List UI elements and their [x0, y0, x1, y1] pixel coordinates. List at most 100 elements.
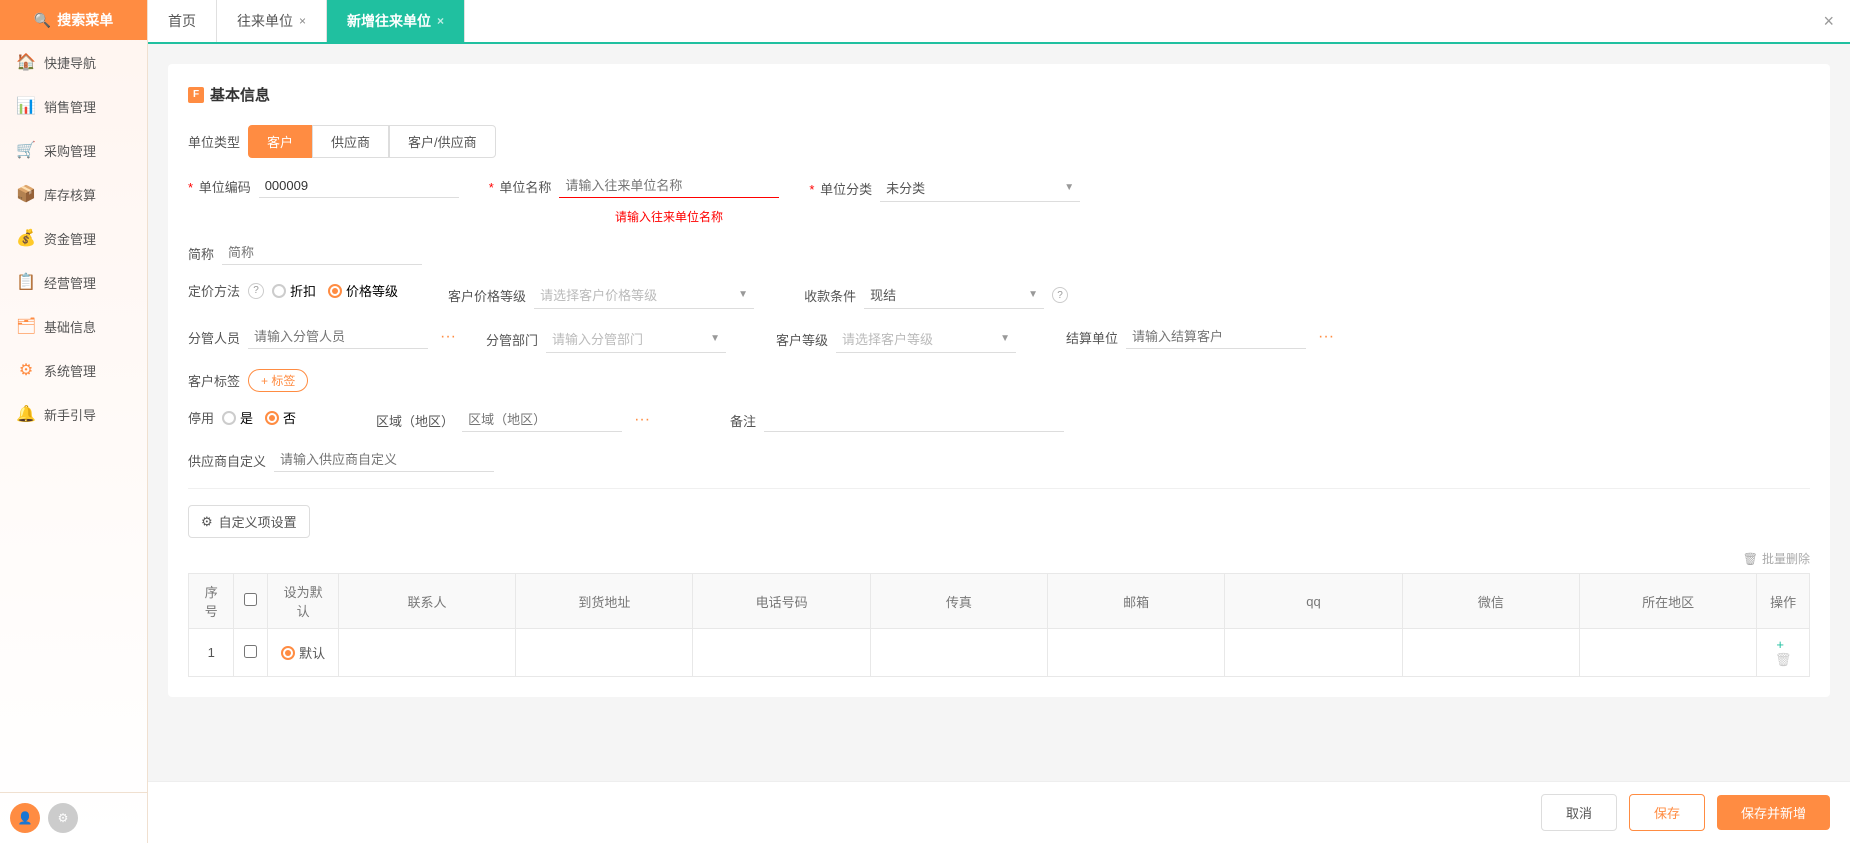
remark-label: 备注	[730, 411, 756, 430]
chevron-down-icon4: ▼	[710, 333, 720, 344]
pricing-discount-radio[interactable]: 折扣	[272, 281, 316, 300]
finance-icon: 💰	[16, 228, 36, 248]
unit-type-row: 单位类型 客户 供应商 客户/供应商	[188, 125, 1810, 158]
supplier-custom-input[interactable]	[274, 448, 494, 472]
region-input[interactable]	[462, 408, 622, 432]
manager-more-btn[interactable]: ···	[440, 328, 456, 346]
tab-bar: 首页 往来单位 × 新增往来单位 × ×	[148, 0, 1850, 44]
remark-input[interactable]	[764, 408, 1064, 432]
unit-type-both-btn[interactable]: 客户/供应商	[389, 125, 496, 158]
payment-terms-label: 收款条件	[804, 286, 856, 305]
settlement-unit-input[interactable]	[1126, 325, 1306, 349]
department-placeholder: 请输入分管部门	[552, 329, 706, 348]
row-default-radio[interactable]: 默认	[278, 643, 327, 662]
settlement-more-btn[interactable]: ···	[1318, 328, 1334, 346]
col-index: 序号	[189, 574, 234, 629]
col-contact: 联系人	[338, 574, 515, 629]
save-new-button[interactable]: 保存并新增	[1717, 795, 1830, 830]
tab-partners-label: 往来单位	[237, 11, 293, 31]
unit-code-label: * 单位编码	[188, 177, 251, 196]
abbr-input[interactable]	[222, 241, 422, 265]
customer-price-level-placeholder: 请选择客户价格等级	[540, 285, 734, 304]
customer-level-label: 客户等级	[776, 330, 828, 349]
sidebar-item-system[interactable]: ⚙ 系统管理	[0, 348, 147, 392]
customer-price-level-select[interactable]: 请选择客户价格等级 ▼	[534, 281, 754, 309]
address-input-1[interactable]	[526, 645, 682, 660]
inventory-icon: 📦	[16, 184, 36, 204]
payment-help-icon[interactable]: ?	[1052, 287, 1068, 303]
cancel-button[interactable]: 取消	[1541, 794, 1617, 831]
sidebar-item-operations[interactable]: 📋 经营管理	[0, 260, 147, 304]
sidebar-item-finance[interactable]: 💰 资金管理	[0, 216, 147, 260]
department-group: 分管部门 请输入分管部门 ▼	[486, 325, 726, 353]
unit-code-input[interactable]	[259, 174, 459, 198]
manager-input[interactable]	[248, 325, 428, 349]
region-input-1[interactable]	[1590, 645, 1746, 660]
row-checkbox-1[interactable]	[244, 645, 257, 658]
unit-code-group: * 单位编码	[188, 174, 459, 198]
col-phone: 电话号码	[693, 574, 870, 629]
unit-name-input[interactable]	[559, 174, 779, 198]
tab-home[interactable]: 首页	[148, 0, 217, 42]
sidebar-settings-icon[interactable]: ⚙	[48, 803, 78, 833]
table-row: 1 默认	[189, 629, 1810, 677]
sidebar-item-guide[interactable]: 🔔 新手引导	[0, 392, 147, 436]
unit-name-group: * 单位名称 请输入往来单位名称	[489, 174, 780, 225]
tab-new-partner-close[interactable]: ×	[437, 14, 444, 28]
custom-settings-btn[interactable]: ⚙ 自定义项设置	[188, 505, 310, 538]
chevron-down-icon3: ▼	[1028, 289, 1038, 300]
sidebar-item-quick-nav[interactable]: 🏠 快捷导航	[0, 40, 147, 84]
manager-row: 分管人员 ··· 分管部门 请输入分管部门 ▼ 客户等级 请选择客户等级 ▼	[188, 325, 1810, 353]
region-more-btn[interactable]: ···	[634, 411, 650, 429]
no-radio-circle	[265, 411, 279, 425]
main-area: 首页 往来单位 × 新增往来单位 × × F 基本信息 单位类型 客户	[148, 0, 1850, 843]
wechat-input-1[interactable]	[1413, 645, 1569, 660]
pricing-method-radios: 折扣 价格等级	[272, 281, 398, 300]
customer-level-select[interactable]: 请选择客户等级 ▼	[836, 325, 1016, 353]
sales-icon: 📊	[16, 96, 36, 116]
pricing-help-icon[interactable]: ?	[248, 283, 264, 299]
sidebar-item-inventory[interactable]: 📦 库存核算	[0, 172, 147, 216]
unit-type-supplier-btn[interactable]: 供应商	[312, 125, 389, 158]
payment-terms-select[interactable]: 现结 ▼	[864, 281, 1044, 309]
chevron-down-icon5: ▼	[1000, 333, 1010, 344]
disabled-no-radio[interactable]: 否	[265, 408, 296, 427]
tab-new-partner[interactable]: 新增往来单位 ×	[327, 0, 465, 42]
unit-type-buttons: 客户 供应商 客户/供应商	[248, 125, 496, 158]
footer: 取消 保存 保存并新增	[148, 781, 1850, 843]
unit-type-customer-btn[interactable]: 客户	[248, 125, 312, 158]
unit-name-error: 请输入往来单位名称	[615, 208, 723, 225]
sidebar-user-icon[interactable]: 👤	[10, 803, 40, 833]
add-row-btn[interactable]: +	[1776, 637, 1784, 652]
sidebar-search[interactable]: 🔍 搜索菜单	[0, 0, 147, 40]
row-qq	[1225, 629, 1402, 677]
pricing-level-radio[interactable]: 价格等级	[328, 281, 398, 300]
sidebar-item-basic-info[interactable]: 🗂 基础信息	[0, 304, 147, 348]
chevron-down-icon: ▼	[1064, 182, 1074, 193]
pricing-method-group: 定价方法 ? 折扣 价格等级	[188, 281, 398, 300]
save-button[interactable]: 保存	[1629, 794, 1705, 831]
sidebar-item-sales[interactable]: 📊 销售管理	[0, 84, 147, 128]
fax-input-1[interactable]	[881, 645, 1037, 660]
disabled-yes-radio[interactable]: 是	[222, 408, 253, 427]
batch-delete-btn[interactable]: 🗑 批量删除	[1743, 550, 1810, 567]
add-tag-btn[interactable]: + 标签	[248, 369, 308, 392]
manager-label: 分管人员	[188, 328, 240, 347]
department-select[interactable]: 请输入分管部门 ▼	[546, 325, 726, 353]
delete-row-btn[interactable]: 🗑	[1775, 652, 1792, 667]
code-name-category-row: * 单位编码 * 单位名称 请输入往来单位名称	[188, 174, 1810, 225]
sidebar-item-label: 库存核算	[44, 185, 96, 204]
unit-category-select[interactable]: 未分类 ▼	[880, 174, 1080, 202]
contact-table: 序号 设为默认 联系人 到货地址 电话号码 传真 邮箱 qq 微信 所在地区 操…	[188, 573, 1810, 677]
sidebar-item-purchase[interactable]: 🛒 采购管理	[0, 128, 147, 172]
contact-input-1[interactable]	[349, 645, 505, 660]
phone-input-1[interactable]	[703, 645, 859, 660]
email-input-1[interactable]	[1058, 645, 1214, 660]
qq-input-1[interactable]	[1235, 645, 1391, 660]
select-all-checkbox[interactable]	[244, 593, 257, 606]
default-label: 默认	[299, 643, 325, 662]
tab-bar-close-btn[interactable]: ×	[1807, 0, 1850, 42]
discount-radio-circle	[272, 284, 286, 298]
tab-partners[interactable]: 往来单位 ×	[217, 0, 327, 42]
tab-partners-close[interactable]: ×	[299, 14, 306, 28]
